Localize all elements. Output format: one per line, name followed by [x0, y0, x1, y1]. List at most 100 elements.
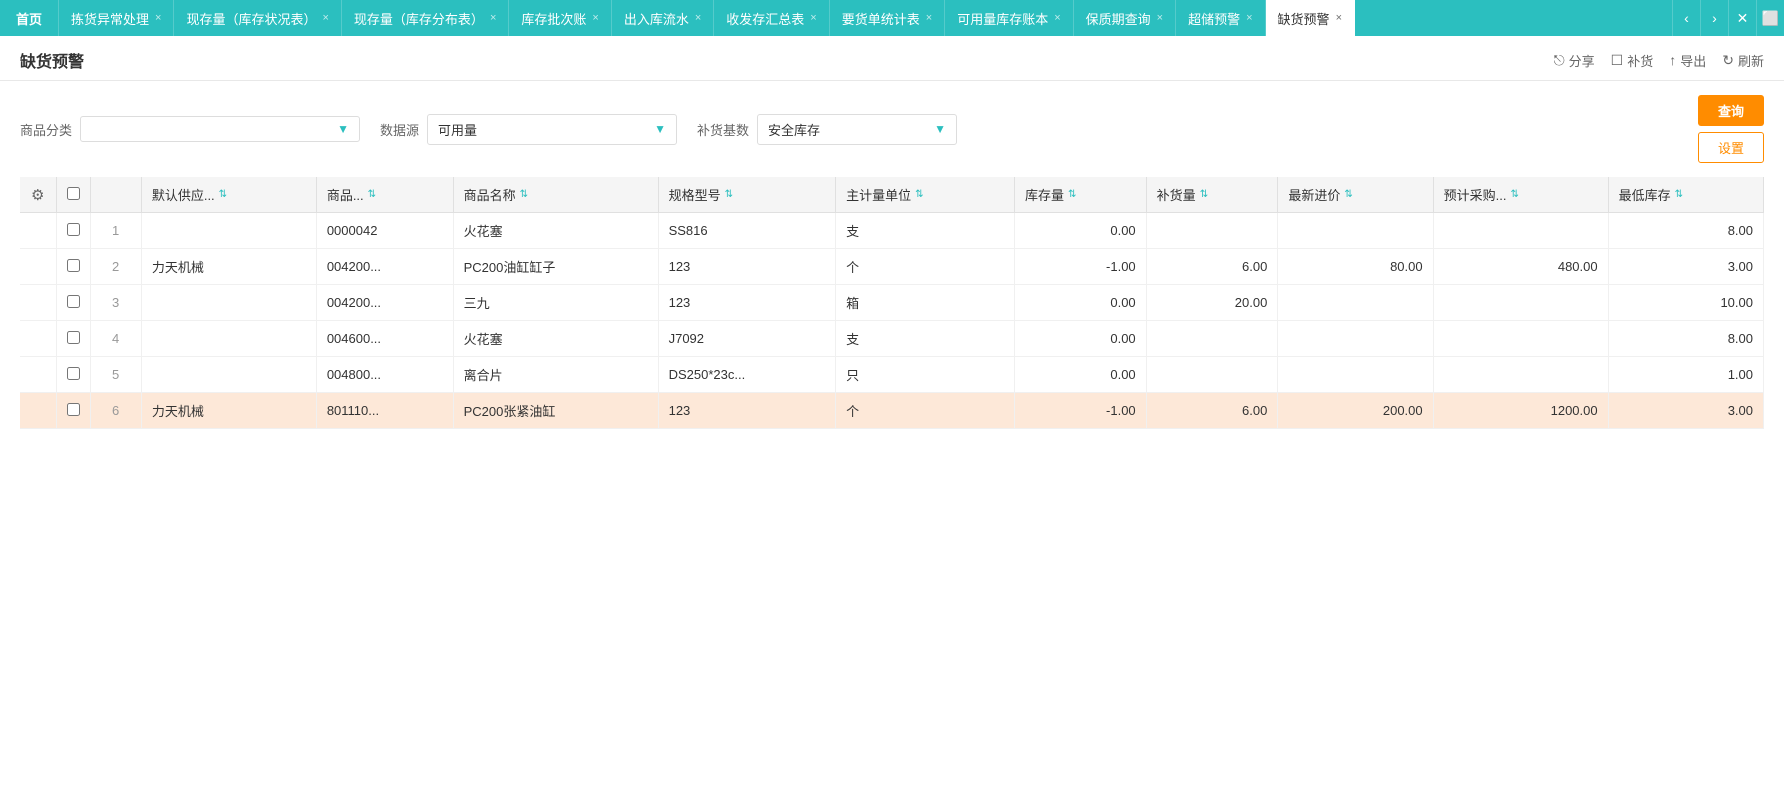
- main-content: 缺货预警 ⎋ 分享 ☐ 补货 ↑ 导出 ↻ 刷新 商品分类: [0, 36, 1784, 796]
- tab-inout-flow[interactable]: 出入库流水 ×: [612, 0, 714, 36]
- row-spec: 123: [658, 285, 835, 321]
- tab-nav-buttons: ‹ › ✕ ⬜: [1672, 0, 1784, 36]
- th-stock[interactable]: 库存量 ⇅: [1015, 177, 1147, 213]
- replenish-button[interactable]: ☐ 补货: [1611, 51, 1654, 70]
- tab-available-ledger[interactable]: 可用量库存账本 ×: [945, 0, 1073, 36]
- row-checkbox[interactable]: [67, 223, 80, 236]
- th-supplier[interactable]: 默认供应... ⇅: [141, 177, 316, 213]
- data-table: ⚙ 默认供应... ⇅ 商品...: [20, 177, 1764, 429]
- row-checkbox[interactable]: [67, 331, 80, 344]
- row-number: 5: [90, 357, 141, 393]
- row-checkbox[interactable]: [67, 295, 80, 308]
- row-checkbox[interactable]: [67, 403, 80, 416]
- datasource-chevron: ▼: [654, 122, 666, 136]
- row-checkbox-cell[interactable]: [56, 357, 90, 393]
- row-checkbox-cell[interactable]: [56, 249, 90, 285]
- tab-order-stats-label: 要货单统计表: [842, 9, 920, 28]
- tab-shortage[interactable]: 缺货预警 ×: [1266, 0, 1355, 36]
- th-est-purchase[interactable]: 预计采购... ⇅: [1433, 177, 1608, 213]
- row-checkbox[interactable]: [67, 259, 80, 272]
- tab-nav-fullscreen[interactable]: ⬜: [1756, 0, 1784, 36]
- table-row[interactable]: 1 0000042 火花塞 SS816 支 0.00 8.00: [20, 213, 1764, 249]
- share-button[interactable]: ⎋ 分享: [1554, 51, 1595, 70]
- tab-order-stats[interactable]: 要货单统计表 ×: [830, 0, 945, 36]
- tab-order-stats-close[interactable]: ×: [926, 12, 932, 24]
- tab-batch-account[interactable]: 库存批次账 ×: [509, 0, 611, 36]
- tab-inventory-dist-close[interactable]: ×: [490, 12, 496, 24]
- tab-inventory-dist[interactable]: 现存量（库存分布表） ×: [342, 0, 509, 36]
- th-replenish-qty[interactable]: 补货量 ⇅: [1146, 177, 1278, 213]
- select-all-checkbox[interactable]: [67, 187, 80, 200]
- tab-available-ledger-close[interactable]: ×: [1054, 12, 1060, 24]
- tab-inout-flow-label: 出入库流水: [624, 9, 689, 28]
- share-label: 分享: [1569, 51, 1595, 70]
- tab-inventory-status[interactable]: 现存量（库存状况表） ×: [174, 0, 341, 36]
- query-button[interactable]: 查询: [1698, 95, 1764, 126]
- tab-batch-account-close[interactable]: ×: [592, 12, 598, 24]
- header-actions: ⎋ 分享 ☐ 补货 ↑ 导出 ↻ 刷新: [1554, 51, 1764, 70]
- gear-icon[interactable]: ⚙: [31, 187, 44, 204]
- table-row[interactable]: 4 004600... 火花塞 J7092 支 0.00 8.00: [20, 321, 1764, 357]
- row-gear-cell: [20, 321, 56, 357]
- tab-home[interactable]: 首页: [0, 0, 59, 36]
- settings-button[interactable]: 设置: [1698, 132, 1764, 163]
- table-row[interactable]: 3 004200... 三九 123 箱 0.00 20.00 10.00: [20, 285, 1764, 321]
- th-product-name[interactable]: 商品名称 ⇅: [453, 177, 658, 213]
- tab-expiry-query-close[interactable]: ×: [1157, 12, 1163, 24]
- th-product-code[interactable]: 商品... ⇅: [316, 177, 453, 213]
- sort-icon-est-purchase: ⇅: [1510, 189, 1518, 200]
- table-row[interactable]: 5 004800... 离合片 DS250*23c... 只 0.00 1.00: [20, 357, 1764, 393]
- tab-exception-close[interactable]: ×: [155, 12, 161, 24]
- row-unit: 支: [836, 213, 1015, 249]
- tab-bar: 首页 拣货异常处理 × 现存量（库存状况表） × 现存量（库存分布表） × 库存…: [0, 0, 1784, 36]
- export-icon: ↑: [1669, 52, 1676, 68]
- tab-expiry-query[interactable]: 保质期查询 ×: [1074, 0, 1176, 36]
- th-gear[interactable]: ⚙: [20, 177, 56, 213]
- row-product-code: 004600...: [316, 321, 453, 357]
- row-spec: J7092: [658, 321, 835, 357]
- replenish-select[interactable]: 安全库存 ▼: [757, 114, 957, 145]
- refresh-button[interactable]: ↻ 刷新: [1722, 51, 1764, 70]
- tab-expiry-query-label: 保质期查询: [1086, 9, 1151, 28]
- tab-nav-next[interactable]: ›: [1700, 0, 1728, 36]
- category-select[interactable]: ▼: [80, 116, 360, 142]
- row-gear-cell: [20, 249, 56, 285]
- th-min-stock[interactable]: 最低库存 ⇅: [1608, 177, 1763, 213]
- export-button[interactable]: ↑ 导出: [1669, 51, 1706, 70]
- row-checkbox-cell[interactable]: [56, 393, 90, 429]
- table-row[interactable]: 2 力天机械 004200... PC200油缸缸子 123 个 -1.00 6…: [20, 249, 1764, 285]
- tab-receive-summary-close[interactable]: ×: [810, 12, 816, 24]
- row-latest-price: [1278, 357, 1433, 393]
- table-header-row: ⚙ 默认供应... ⇅ 商品...: [20, 177, 1764, 213]
- row-product-name: 火花塞: [453, 213, 658, 249]
- tab-nav-close[interactable]: ✕: [1728, 0, 1756, 36]
- th-latest-price[interactable]: 最新进价 ⇅: [1278, 177, 1433, 213]
- row-gear-cell: [20, 213, 56, 249]
- row-checkbox[interactable]: [67, 367, 80, 380]
- filter-group-datasource: 数据源 可用量 ▼: [380, 114, 677, 145]
- row-number: 3: [90, 285, 141, 321]
- th-spec[interactable]: 规格型号 ⇅: [658, 177, 835, 213]
- row-checkbox-cell[interactable]: [56, 285, 90, 321]
- replenish-label: 补货基数: [697, 120, 749, 139]
- tab-overstock-close[interactable]: ×: [1246, 12, 1252, 24]
- tab-inout-flow-close[interactable]: ×: [695, 12, 701, 24]
- row-replenish-qty: 6.00: [1146, 393, 1278, 429]
- tab-receive-summary[interactable]: 收发存汇总表 ×: [714, 0, 829, 36]
- tab-inventory-status-close[interactable]: ×: [322, 12, 328, 24]
- tab-shortage-close[interactable]: ×: [1336, 12, 1342, 24]
- tab-overstock[interactable]: 超储预警 ×: [1176, 0, 1265, 36]
- tab-home-label: 首页: [16, 9, 42, 28]
- page-header: 缺货预警 ⎋ 分享 ☐ 补货 ↑ 导出 ↻ 刷新: [0, 36, 1784, 81]
- tab-exception[interactable]: 拣货异常处理 ×: [59, 0, 174, 36]
- table-row[interactable]: 6 力天机械 801110... PC200张紧油缸 123 个 -1.00 6…: [20, 393, 1764, 429]
- row-est-purchase: [1433, 357, 1608, 393]
- th-row-num: [90, 177, 141, 213]
- tab-nav-prev[interactable]: ‹: [1672, 0, 1700, 36]
- datasource-select[interactable]: 可用量 ▼: [427, 114, 677, 145]
- row-checkbox-cell[interactable]: [56, 321, 90, 357]
- th-unit[interactable]: 主计量单位 ⇅: [836, 177, 1015, 213]
- sort-icon-stock: ⇅: [1068, 189, 1076, 200]
- row-checkbox-cell[interactable]: [56, 213, 90, 249]
- row-stock: 0.00: [1015, 321, 1147, 357]
